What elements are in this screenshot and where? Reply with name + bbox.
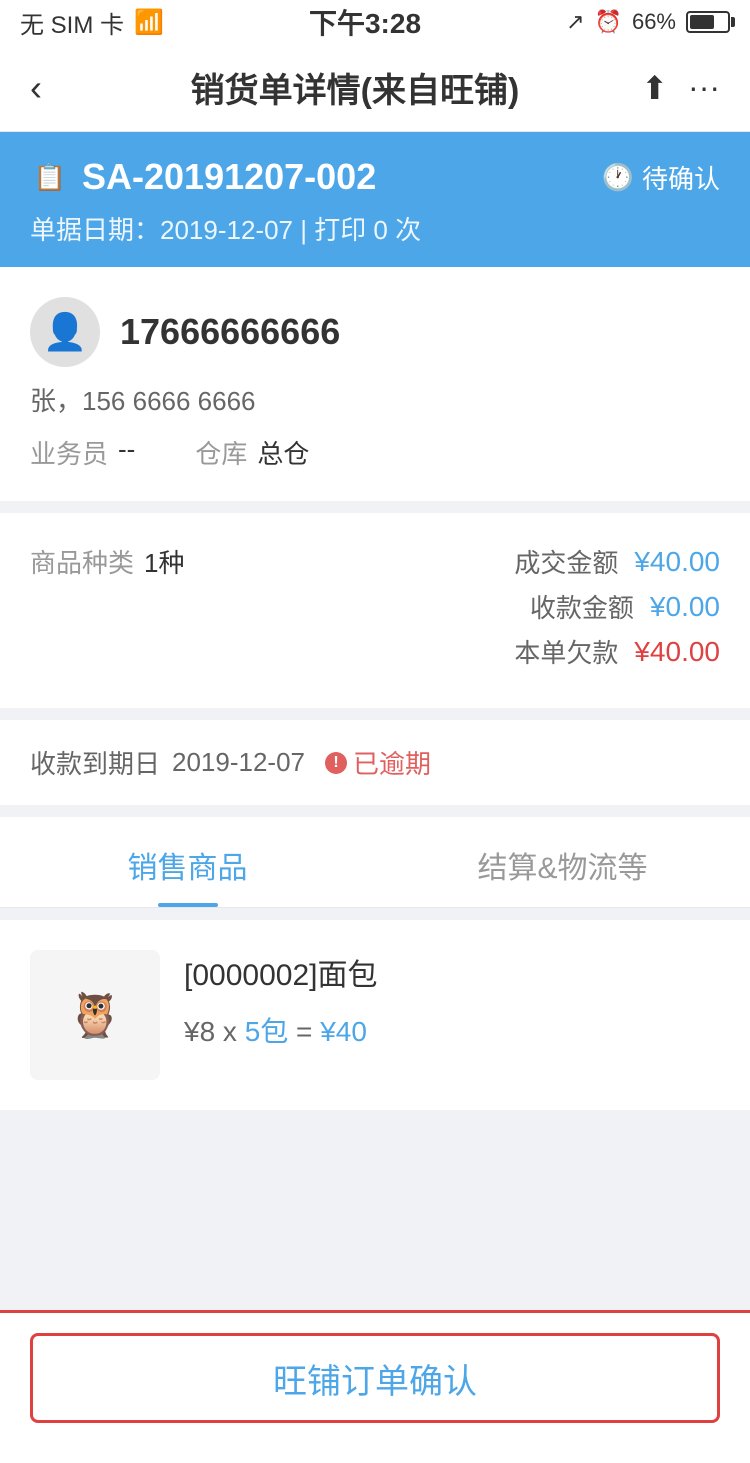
product-qty: 5包: [245, 1016, 289, 1047]
product-thumb-icon: 🦉: [68, 989, 123, 1041]
overdue-badge: ! 已逾期: [325, 744, 431, 781]
nav-bar: ‹ 销货单详情(来自旺铺) ⬆ ···: [0, 44, 750, 132]
back-button[interactable]: ‹: [30, 67, 90, 109]
product-price: ¥8 x 5包 = ¥40: [184, 1010, 720, 1050]
payment-row: 收款金额 ¥0.00: [514, 588, 720, 625]
product-type-label: 商品种类: [30, 543, 134, 580]
meta-row: 业务员 -- 仓库 总仓: [30, 434, 720, 471]
payment-amount: ¥0.00: [650, 591, 720, 623]
alarm-icon: ⏰: [595, 9, 622, 35]
footer-area: [0, 1110, 750, 1310]
more-icon[interactable]: ···: [688, 69, 720, 106]
status-left: 无 SIM 卡 📶: [20, 5, 164, 40]
product-info: [0000002]面包 ¥8 x 5包 = ¥40: [184, 950, 720, 1080]
customer-info-card: 👤 17666666666 张，156 6666 6666 业务员 -- 仓库 …: [0, 267, 750, 501]
warehouse-value: 总仓: [257, 434, 309, 471]
avatar-icon: 👤: [43, 311, 88, 353]
header-top: 📋 SA-20191207-002 🕐 待确认: [30, 156, 720, 198]
nav-actions: ⬆ ···: [620, 69, 720, 107]
salesperson-label: 业务员: [30, 434, 108, 471]
status-badge: 🕐 待确认: [602, 159, 720, 196]
debt-amount: ¥40.00: [634, 636, 720, 668]
due-date: 2019-12-07: [172, 747, 305, 778]
product-total: ¥40: [320, 1016, 367, 1047]
page-title: 销货单详情(来自旺铺): [90, 63, 620, 112]
summary-right: 成交金额 ¥40.00 收款金额 ¥0.00 本单欠款 ¥40.00: [514, 543, 720, 678]
salesperson-field: 业务员 --: [30, 434, 135, 471]
overdue-text: 已逾期: [353, 744, 431, 781]
tab-products[interactable]: 销售商品: [0, 817, 375, 907]
order-header-card: 📋 SA-20191207-002 🕐 待确认 单据日期：2019-12-07 …: [0, 132, 750, 267]
order-id: 📋 SA-20191207-002: [30, 156, 376, 198]
clock-icon: 🕐: [602, 162, 634, 193]
avatar: 👤: [30, 297, 100, 367]
customer-name: 张，156 6666 6666: [30, 381, 720, 418]
debt-label: 本单欠款: [514, 633, 618, 670]
customer-row: 👤 17666666666: [30, 297, 720, 367]
warehouse-label: 仓库: [195, 434, 247, 471]
battery-percent: 66%: [632, 9, 676, 35]
share-icon[interactable]: ⬆: [641, 69, 668, 107]
summary-card: 商品种类 1种 成交金额 ¥40.00 收款金额 ¥0.00 本单欠款 ¥40.…: [0, 513, 750, 708]
battery-icon: [686, 11, 730, 33]
product-card: 🦉 [0000002]面包 ¥8 x 5包 = ¥40: [0, 920, 750, 1110]
status-right: ↗ ⏰ 66%: [566, 9, 730, 35]
price-separator: =: [288, 1016, 320, 1047]
product-thumbnail: 🦉: [30, 950, 160, 1080]
transaction-label: 成交金额: [514, 543, 618, 580]
price-unit: ¥8 x: [184, 1016, 245, 1047]
gps-icon: ↗: [566, 9, 584, 35]
product-name: [0000002]面包: [184, 950, 720, 994]
transaction-amount: ¥40.00: [634, 546, 720, 578]
status-time: 下午3:28: [309, 2, 421, 42]
confirm-button[interactable]: 旺铺订单确认: [30, 1333, 720, 1423]
bottom-bar: 旺铺订单确认: [0, 1310, 750, 1463]
due-label: 收款到期日: [30, 744, 160, 781]
debt-row: 本单欠款 ¥40.00: [514, 633, 720, 670]
product-type-value: 1种: [144, 543, 184, 580]
product-type: 商品种类 1种: [30, 543, 184, 580]
warehouse-field: 仓库 总仓: [195, 434, 309, 471]
carrier-label: 无 SIM 卡: [20, 5, 124, 40]
order-icon: 📋: [30, 161, 70, 193]
wifi-icon: 📶: [134, 8, 164, 37]
payment-label: 收款金额: [530, 588, 634, 625]
tabs-bar: 销售商品 结算&物流等: [0, 817, 750, 908]
header-meta: 单据日期：2019-12-07 | 打印 0 次: [30, 210, 720, 247]
transaction-row: 成交金额 ¥40.00: [514, 543, 720, 580]
summary-left: 商品种类 1种: [30, 543, 184, 580]
tab-settlement[interactable]: 结算&物流等: [375, 817, 750, 907]
salesperson-value: --: [118, 434, 135, 471]
overdue-icon: !: [325, 752, 347, 774]
customer-phone: 17666666666: [120, 311, 340, 353]
status-bar: 无 SIM 卡 📶 下午3:28 ↗ ⏰ 66%: [0, 0, 750, 44]
due-date-card: 收款到期日 2019-12-07 ! 已逾期: [0, 720, 750, 805]
